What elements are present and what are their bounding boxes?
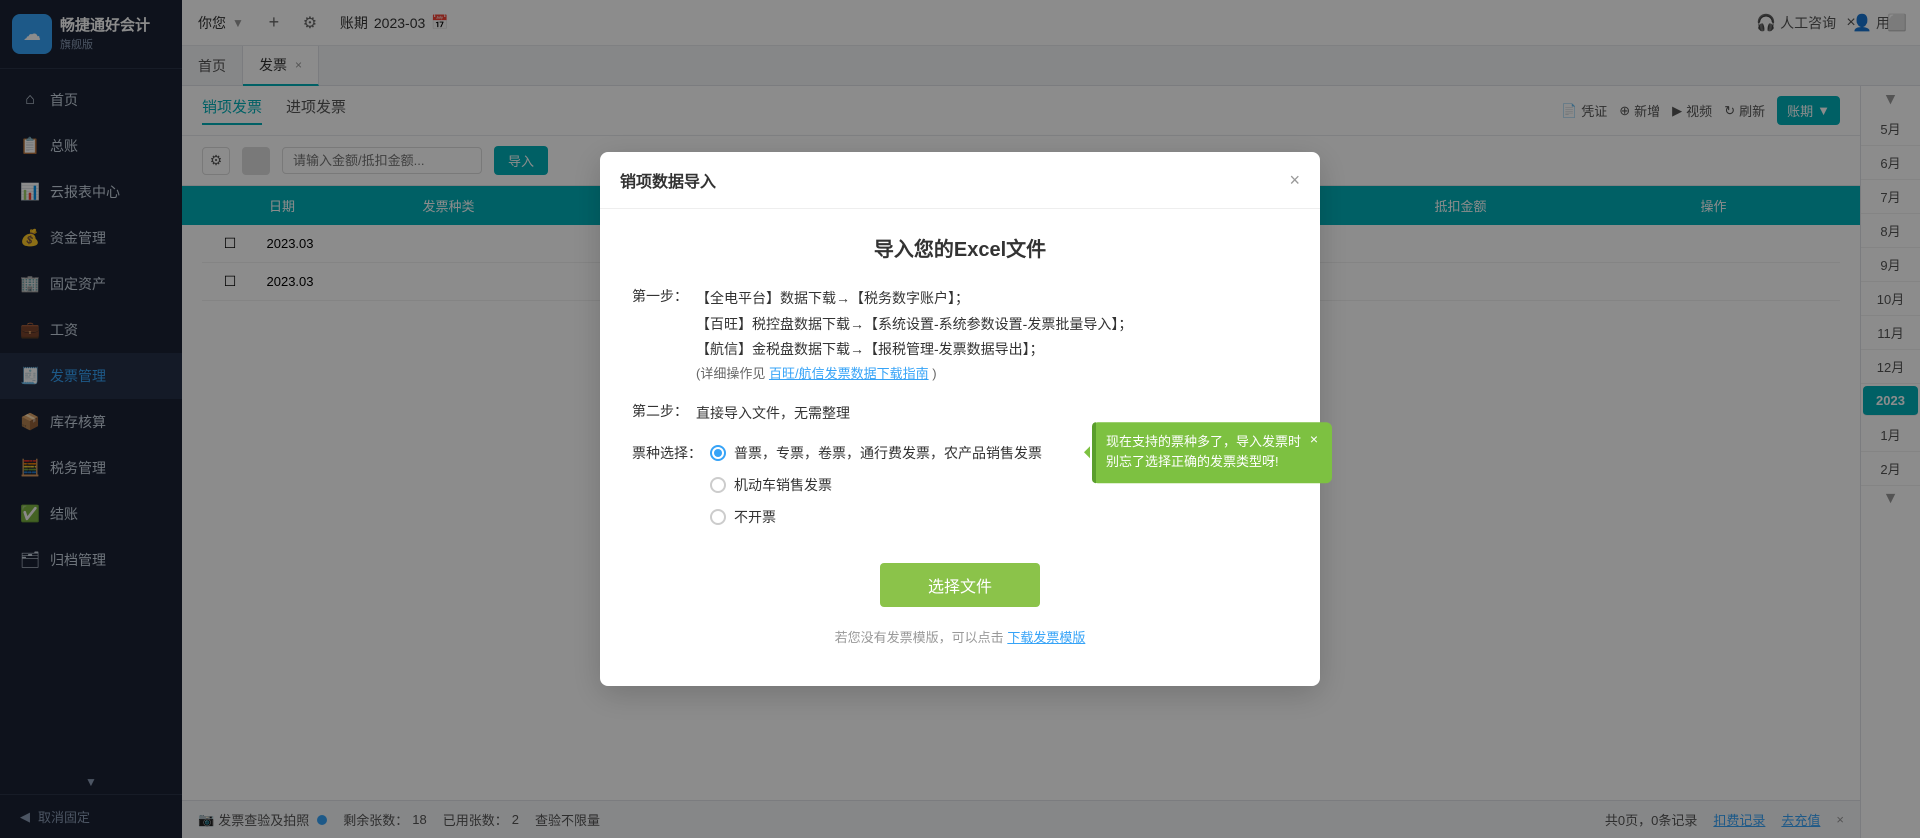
modal-header: 销项数据导入 × [600, 152, 1320, 209]
radio-normal-label: 普票，专票，卷票，通行费发票，农产品销售发票 [734, 443, 1042, 463]
modal-footer-note: 若您没有发票模版，可以点击 下载发票模版 [632, 627, 1288, 666]
modal-title: 销项数据导入 [620, 168, 716, 192]
radio-normal[interactable]: 普票，专票，卷票，通行费发票，农产品销售发票 × 现在支持的票种多了，导入发票时… [710, 443, 1042, 463]
radio-normal-input[interactable] [710, 445, 726, 461]
radio-group: 普票，专票，卷票，通行费发票，农产品销售发票 × 现在支持的票种多了，导入发票时… [710, 443, 1042, 539]
step1-content: 【全电平台】数据下载→【税务数字账户】； 【百旺】税控盘数据下载→【系统设置-系… [696, 286, 1132, 385]
step1-line1: 【全电平台】数据下载→【税务数字账户】； [696, 286, 1132, 311]
tooltip-bubble: × 现在支持的票种多了，导入发票时别忘了选择正确的发票类型呀! [1092, 422, 1332, 484]
step2-content: 直接导入文件，无需整理 [696, 401, 850, 426]
radio-motor[interactable]: 机动车销售发票 [710, 475, 1042, 495]
guide-link[interactable]: 百旺/航信发票数据下载指南 [769, 366, 929, 381]
import-modal: 销项数据导入 × 导入您的Excel文件 第一步： 【全电平台】数据下载→【税务… [600, 152, 1320, 685]
modal-main-title: 导入您的Excel文件 [632, 233, 1288, 262]
radio-noticket[interactable]: 不开票 [710, 507, 1042, 527]
ticket-select-label: 票种选择： [632, 443, 702, 463]
step2-label: 第二步： [632, 401, 688, 421]
radio-motor-input[interactable] [710, 477, 726, 493]
step1-label: 第一步： [632, 286, 688, 306]
tooltip-close-button[interactable]: × [1310, 432, 1318, 446]
step1-note: (详细操作见 百旺/航信发票数据下载指南 ) [696, 362, 1132, 385]
step1-line2: 【百旺】税控盘数据下载→【系统设置-系统参数设置-发票批量导入】； [696, 312, 1132, 337]
modal-overlay[interactable]: 销项数据导入 × 导入您的Excel文件 第一步： 【全电平台】数据下载→【税务… [0, 0, 1920, 838]
tooltip-text: 现在支持的票种多了，导入发票时别忘了选择正确的发票类型呀! [1106, 434, 1301, 470]
modal-close-button[interactable]: × [1289, 170, 1300, 191]
step1-line3: 【航信】金税盘数据下载→【报税管理-发票数据导出】； [696, 337, 1132, 362]
tooltip-bar [1092, 422, 1096, 484]
radio-motor-label: 机动车销售发票 [734, 475, 832, 495]
step1-row: 第一步： 【全电平台】数据下载→【税务数字账户】； 【百旺】税控盘数据下载→【系… [632, 286, 1288, 385]
select-file-button[interactable]: 选择文件 [880, 563, 1040, 607]
radio-noticket-input[interactable] [710, 509, 726, 525]
modal-body: 导入您的Excel文件 第一步： 【全电平台】数据下载→【税务数字账户】； 【百… [600, 209, 1320, 685]
download-template-link[interactable]: 下载发票模版 [1007, 630, 1085, 645]
ticket-select-row: 票种选择： 普票，专票，卷票，通行费发票，农产品销售发票 × 现在支持的票种多了… [632, 443, 1288, 539]
radio-noticket-label: 不开票 [734, 507, 776, 527]
